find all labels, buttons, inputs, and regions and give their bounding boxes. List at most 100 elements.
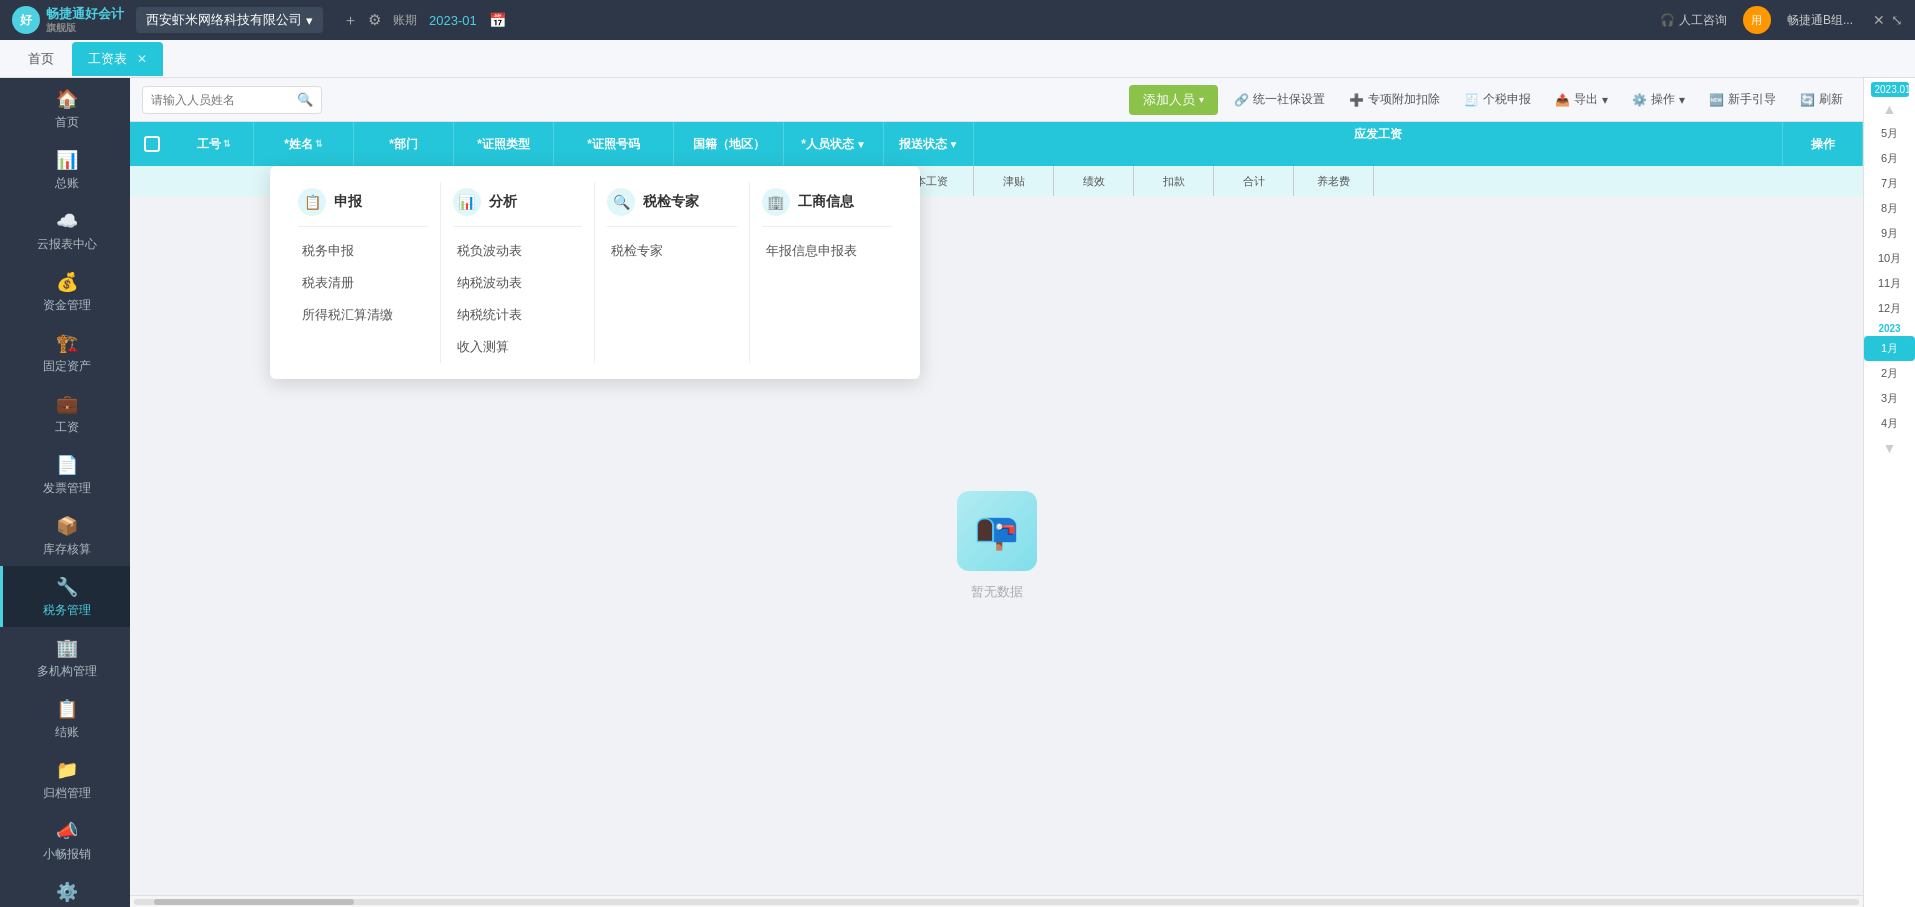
tax-payment-fluctuation-item[interactable]: 纳税波动表 bbox=[453, 267, 583, 299]
export-button[interactable]: 📤 导出 ▾ bbox=[1547, 87, 1616, 112]
timeline-month-12[interactable]: 12月 bbox=[1864, 296, 1915, 321]
top-header: 好 畅捷通好会计 旗舰版 西安虾米网络科技有限公司 ▾ ＋ ⚙ 账期 2023-… bbox=[0, 0, 1915, 40]
sidebar-item-assets[interactable]: 🏗️ 固定资产 bbox=[0, 322, 130, 383]
assets-icon: 🏗️ bbox=[56, 332, 78, 354]
timeline-month-6[interactable]: 6月 bbox=[1864, 146, 1915, 171]
tab-salary-table[interactable]: 工资表 ✕ bbox=[72, 42, 163, 76]
pension-label: 养老费 bbox=[1317, 174, 1350, 189]
name-sort-icon[interactable]: ⇅ bbox=[315, 139, 323, 149]
maximize-window-button[interactable]: ⤡ bbox=[1891, 12, 1903, 28]
sidebar-item-ledger[interactable]: 📊 总账 bbox=[0, 139, 130, 200]
scrollbar-thumb[interactable] bbox=[154, 899, 354, 905]
main-layout: 🏠 首页 📊 总账 ☁️ 云报表中心 💰 资金管理 🏗️ 固定资产 💼 工资 📄… bbox=[0, 78, 1915, 907]
expense-icon: 📣 bbox=[56, 820, 78, 842]
horizontal-scrollbar[interactable] bbox=[130, 895, 1863, 907]
timeline-month-2[interactable]: 2月 bbox=[1864, 361, 1915, 386]
select-all-checkbox[interactable] bbox=[144, 136, 160, 152]
allowance-label: 津贴 bbox=[1003, 174, 1025, 189]
new-guide-button[interactable]: 🆕 新手引导 bbox=[1701, 87, 1784, 112]
th-id-type-label: *证照类型 bbox=[477, 136, 530, 153]
add-person-button[interactable]: 添加人员 ▾ bbox=[1129, 85, 1218, 115]
table-header: 工号 ⇅ *姓名 ⇅ *部门 *证照类型 *证照号码 国籍（地区） *人员状态 … bbox=[130, 122, 1863, 166]
tax-dropdown-menu: 📋 申报 税务申报 税表清册 所得税汇算清缴 📊 分析 税负波动表 纳税波动表 … bbox=[270, 166, 920, 379]
company-selector[interactable]: 西安虾米网络科技有限公司 ▾ bbox=[136, 7, 323, 33]
export-label: 导出 bbox=[1574, 91, 1598, 108]
timeline-month-3[interactable]: 3月 bbox=[1864, 386, 1915, 411]
multi-org-icon: 🏢 bbox=[56, 637, 78, 659]
special-deduction-button[interactable]: ➕ 专项附加扣除 bbox=[1341, 87, 1448, 112]
annual-report-item[interactable]: 年报信息申报表 bbox=[762, 235, 893, 267]
sidebar-item-archive[interactable]: 📁 归档管理 bbox=[0, 749, 130, 810]
close-window-button[interactable]: ✕ bbox=[1873, 12, 1885, 28]
refresh-button[interactable]: 🔄 刷新 bbox=[1792, 87, 1851, 112]
operations-label: 操作 bbox=[1651, 91, 1675, 108]
sidebar-item-closing[interactable]: 📋 结账 bbox=[0, 688, 130, 749]
income-estimation-item[interactable]: 收入测算 bbox=[453, 331, 583, 363]
calendar-icon[interactable]: 📅 bbox=[489, 12, 506, 28]
analysis-title: 📊 分析 bbox=[453, 182, 583, 227]
sidebar-item-tax[interactable]: 🔧 税务管理 bbox=[0, 566, 130, 627]
sidebar-item-cloud-report[interactable]: ☁️ 云报表中心 bbox=[0, 200, 130, 261]
operations-button[interactable]: ⚙️ 操作 ▾ bbox=[1624, 87, 1693, 112]
timeline-month-8[interactable]: 8月 bbox=[1864, 196, 1915, 221]
period-value: 2023-01 bbox=[429, 13, 477, 28]
tax-fluctuation-item[interactable]: 税负波动表 bbox=[453, 235, 583, 267]
timeline-month-9[interactable]: 9月 bbox=[1864, 221, 1915, 246]
th-dept: *部门 bbox=[354, 122, 454, 166]
settings-icon[interactable]: ⚙ bbox=[368, 11, 381, 29]
th-nationality: 国籍（地区） bbox=[674, 122, 784, 166]
tax-declaration-button[interactable]: 🧾 个税申报 bbox=[1456, 87, 1539, 112]
income-tax-item[interactable]: 所得税汇算清缴 bbox=[298, 299, 428, 331]
sidebar-item-inventory[interactable]: 📦 库存核算 bbox=[0, 505, 130, 566]
sidebar-label-expense: 小畅报销 bbox=[43, 846, 91, 863]
timeline-month-5[interactable]: 5月 bbox=[1864, 121, 1915, 146]
settings-icon: ⚙️ bbox=[56, 881, 78, 903]
th-id-number: *证照号码 bbox=[554, 122, 674, 166]
th-employee-id: 工号 ⇅ bbox=[174, 122, 254, 166]
timeline-month-11[interactable]: 11月 bbox=[1864, 271, 1915, 296]
tax-expert-item[interactable]: 税检专家 bbox=[607, 235, 737, 267]
header-icons: ＋ ⚙ bbox=[343, 11, 381, 30]
timeline-month-1[interactable]: 1月 bbox=[1864, 336, 1915, 361]
th-checkbox[interactable] bbox=[130, 136, 174, 152]
sidebar-item-funds[interactable]: 💰 资金管理 bbox=[0, 261, 130, 322]
tab-close-icon[interactable]: ✕ bbox=[137, 52, 147, 66]
sidebar-item-home[interactable]: 🏠 首页 bbox=[0, 78, 130, 139]
user-name[interactable]: 畅捷通B组... bbox=[1787, 12, 1853, 29]
timeline-down-arrow[interactable]: ▼ bbox=[1879, 436, 1901, 460]
timeline-month-7[interactable]: 7月 bbox=[1864, 171, 1915, 196]
tax-statistics-item[interactable]: 纳税统计表 bbox=[453, 299, 583, 331]
report-filter-icon[interactable]: ▼ bbox=[949, 139, 959, 150]
tax-icon: 🔧 bbox=[56, 576, 78, 598]
sidebar-item-salary[interactable]: 💼 工资 bbox=[0, 383, 130, 444]
ledger-icon: 📊 bbox=[56, 149, 78, 171]
tab-home[interactable]: 首页 bbox=[12, 42, 70, 76]
status-filter-icon[interactable]: ▼ bbox=[856, 139, 866, 150]
sidebar-item-multi-org[interactable]: 🏢 多机构管理 bbox=[0, 627, 130, 688]
th-dept-label: *部门 bbox=[389, 136, 418, 153]
timeline-up-arrow[interactable]: ▲ bbox=[1879, 97, 1901, 121]
sidebar-label-funds: 资金管理 bbox=[43, 297, 91, 314]
search-input[interactable] bbox=[151, 93, 291, 107]
th-report-status: 报送状态 ▼ bbox=[884, 122, 974, 166]
sidebar-label-ledger: 总账 bbox=[55, 175, 79, 192]
th-payable-wage-group: 应发工资 bbox=[974, 122, 1783, 166]
sidebar-label-salary: 工资 bbox=[55, 419, 79, 436]
tax-declaration-item[interactable]: 税务申报 bbox=[298, 235, 428, 267]
tax-table-item[interactable]: 税表清册 bbox=[298, 267, 428, 299]
social-insurance-button[interactable]: 🔗 统一社保设置 bbox=[1226, 87, 1333, 112]
tax-expert-title: 🔍 税检专家 bbox=[607, 182, 737, 227]
sidebar-item-expense[interactable]: 📣 小畅报销 bbox=[0, 810, 130, 871]
add-button[interactable]: ＋ bbox=[343, 11, 358, 30]
timeline-month-4[interactable]: 4月 bbox=[1864, 411, 1915, 436]
th-name-label: *姓名 bbox=[284, 136, 313, 153]
th-status-label: *人员状态 bbox=[801, 136, 854, 153]
service-button[interactable]: 🎧 人工咨询 bbox=[1660, 12, 1727, 29]
sidebar-item-invoice[interactable]: 📄 发票管理 bbox=[0, 444, 130, 505]
tax-declaration-label: 个税申报 bbox=[1483, 91, 1531, 108]
sort-icon[interactable]: ⇅ bbox=[223, 139, 231, 149]
sidebar-item-basic-settings[interactable]: ⚙️ 基础设置 bbox=[0, 871, 130, 907]
dropdown-section-tax-expert: 🔍 税检专家 税检专家 bbox=[595, 182, 750, 363]
analysis-label: 分析 bbox=[489, 193, 517, 211]
timeline-month-10[interactable]: 10月 bbox=[1864, 246, 1915, 271]
